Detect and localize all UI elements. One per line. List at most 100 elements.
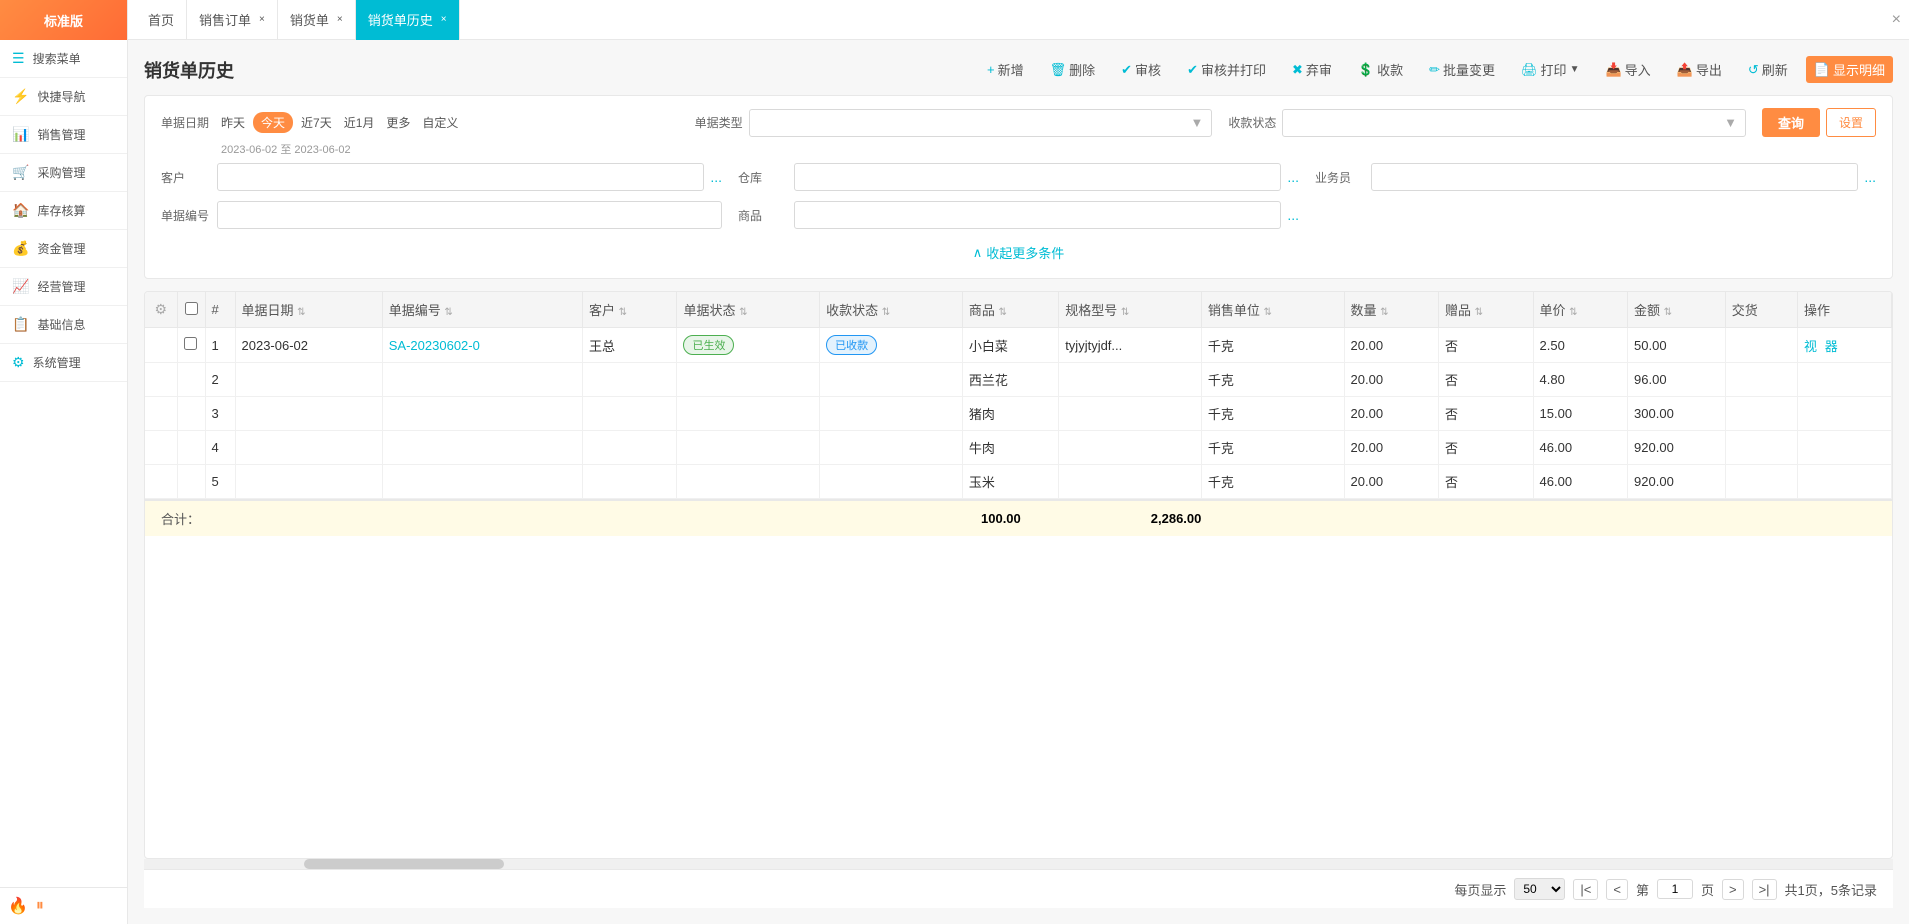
collect-button[interactable]: 💲 收款	[1350, 56, 1411, 83]
filter-warehouse-input[interactable]	[794, 163, 1281, 191]
col-spec[interactable]: 规格型号 ⇅	[1059, 292, 1202, 328]
row-settings	[145, 465, 177, 499]
sidebar-item-finance[interactable]: 💰 资金管理	[0, 230, 127, 268]
col-amount[interactable]: 金额 ⇅	[1628, 292, 1726, 328]
col-unit[interactable]: 销售单位 ⇅	[1201, 292, 1344, 328]
import-button[interactable]: 📥 导入	[1597, 56, 1658, 83]
export-button[interactable]: 📤 导出	[1669, 56, 1730, 83]
filter-product-ellipsis[interactable]: ...	[1287, 207, 1299, 223]
new-button[interactable]: + 新增	[979, 56, 1032, 83]
tab-home[interactable]: 首页	[136, 0, 187, 40]
tab-sales-order-close[interactable]: ×	[259, 14, 265, 25]
setting-button[interactable]: 设置	[1826, 108, 1876, 137]
tab-sales-history[interactable]: 销货单历史 ×	[356, 0, 460, 40]
date-more[interactable]: 更多	[382, 112, 414, 133]
collect-label: 收款	[1377, 60, 1403, 79]
table-gear-icon[interactable]: ⚙	[154, 301, 167, 317]
filter-customer-ellipsis[interactable]: ...	[710, 169, 722, 185]
col-docdate[interactable]: 单据日期 ⇅	[235, 292, 382, 328]
filter-area: 单据日期 昨天 今天 近7天 近1月 更多 自定义 单据类型 ▼	[144, 95, 1893, 279]
filter-salesperson-input[interactable]	[1371, 163, 1858, 191]
row-settings	[145, 397, 177, 431]
table-row: 4牛肉千克20.00否46.00920.00	[145, 431, 1892, 465]
horizontal-scrollbar[interactable]	[144, 859, 1893, 869]
table-footer: 合计： 100.00 2,286.00	[145, 499, 1892, 536]
collapse-label: 收起更多条件	[986, 243, 1064, 262]
sidebar-fire-icon[interactable]: 🔥	[8, 896, 28, 916]
col-docno[interactable]: 单据编号 ⇅	[382, 292, 582, 328]
col-price[interactable]: 单价 ⇅	[1533, 292, 1628, 328]
row-collect-status	[820, 431, 963, 465]
sidebar-item-system[interactable]: ⚙ 系统管理	[0, 344, 127, 382]
collapse-button[interactable]: ∧ 收起更多条件	[161, 239, 1876, 266]
row-collect-status	[820, 397, 963, 431]
tab-sales-invoice-close[interactable]: ×	[337, 14, 343, 25]
filter-product-input[interactable]	[794, 201, 1281, 229]
review-button[interactable]: ✔ 审核	[1113, 56, 1169, 83]
tab-sales-order[interactable]: 销售订单 ×	[187, 0, 278, 40]
filter-collect-status-select[interactable]: ▼	[1282, 109, 1746, 137]
query-button[interactable]: 查询	[1762, 108, 1820, 137]
date-7days[interactable]: 近7天	[297, 112, 336, 133]
select-all-checkbox[interactable]	[185, 302, 198, 315]
action-icon[interactable]: 视	[1804, 339, 1817, 354]
delete-button[interactable]: 🗑 删除	[1042, 56, 1104, 83]
scrollbar-thumb[interactable]	[304, 859, 504, 869]
filter-collect-status-label: 收款状态	[1228, 114, 1278, 131]
sidebar-item-inventory[interactable]: 🏠 库存核算	[0, 192, 127, 230]
system-icon: ⚙	[12, 354, 25, 371]
next-page-button[interactable]: >	[1722, 879, 1744, 900]
filter-salesperson-ellipsis[interactable]: ...	[1864, 169, 1876, 185]
filter-row-2: 客户 ... 仓库 ... 业务员 ...	[161, 163, 1876, 191]
batch-change-button[interactable]: ✏ 批量变更	[1421, 56, 1503, 83]
sidebar-item-search-menu[interactable]: ☰ 搜索菜单	[0, 40, 127, 78]
col-checkbox[interactable]	[177, 292, 205, 328]
sidebar-item-operation[interactable]: 📈 经营管理	[0, 268, 127, 306]
refresh-button[interactable]: ↺ 刷新	[1740, 56, 1796, 83]
row-gift: 否	[1439, 397, 1534, 431]
show-detail-button[interactable]: 📄 显示明细	[1806, 56, 1893, 83]
col-customer[interactable]: 客户 ⇅	[582, 292, 677, 328]
filter-customer-input[interactable]	[217, 163, 704, 191]
filter-doc-type-select[interactable]: ▼	[749, 109, 1213, 137]
filter-warehouse-ellipsis[interactable]: ...	[1287, 169, 1299, 185]
sidebar-item-basic-info[interactable]: 📋 基础信息	[0, 306, 127, 344]
prev-page-button[interactable]: <	[1606, 879, 1628, 900]
date-yesterday[interactable]: 昨天	[217, 112, 249, 133]
sidebar-item-sales-mgmt[interactable]: 📊 销售管理	[0, 116, 127, 154]
page-input[interactable]	[1657, 879, 1693, 899]
sidebar-pause-icon[interactable]: ⏸	[36, 897, 44, 915]
col-product[interactable]: 商品 ⇅	[962, 292, 1058, 328]
date-range-text: 2023-06-02 至 2023-06-02	[221, 144, 351, 156]
abandon-button[interactable]: ✖ 弃审	[1284, 56, 1340, 83]
row-product: 玉米	[962, 465, 1058, 499]
date-today[interactable]: 今天	[253, 112, 293, 133]
col-settings[interactable]: ⚙	[145, 292, 177, 328]
review-print-button[interactable]: ✔ 审核并打印	[1179, 56, 1274, 83]
col-collectstatus[interactable]: 收款状态 ⇅	[820, 292, 963, 328]
filter-docno-input[interactable]	[217, 201, 722, 229]
row-unit: 千克	[1201, 328, 1344, 363]
window-close-btn[interactable]: ×	[1892, 11, 1901, 29]
tab-sales-invoice[interactable]: 销货单 ×	[278, 0, 356, 40]
doc-no-link[interactable]: SA-20230602-0	[389, 338, 480, 353]
col-gift[interactable]: 赠品 ⇅	[1439, 292, 1534, 328]
date-1month[interactable]: 近1月	[340, 112, 379, 133]
sidebar-item-purchase-mgmt[interactable]: 🛒 采购管理	[0, 154, 127, 192]
refresh-icon: ↺	[1748, 62, 1759, 78]
col-docstatus[interactable]: 单据状态 ⇅	[677, 292, 820, 328]
first-page-button[interactable]: |<	[1573, 879, 1598, 900]
tab-sales-history-close[interactable]: ×	[441, 14, 447, 25]
sidebar-item-quick-nav[interactable]: ⚡ 快捷导航	[0, 78, 127, 116]
row-actions: 视 器	[1798, 328, 1892, 363]
date-custom[interactable]: 自定义	[418, 112, 462, 133]
row-checkbox[interactable]	[184, 337, 197, 350]
action-icon[interactable]: 器	[1825, 339, 1838, 354]
print-button[interactable]: 🖨 打印 ▼	[1513, 56, 1587, 83]
batch-change-icon: ✏	[1429, 62, 1440, 78]
last-page-button[interactable]: >|	[1752, 879, 1777, 900]
total-qty: 100.00	[981, 511, 1021, 526]
col-qty[interactable]: 数量 ⇅	[1344, 292, 1439, 328]
per-page-select[interactable]: 50 100 200	[1514, 878, 1565, 900]
row-spec	[1059, 465, 1202, 499]
